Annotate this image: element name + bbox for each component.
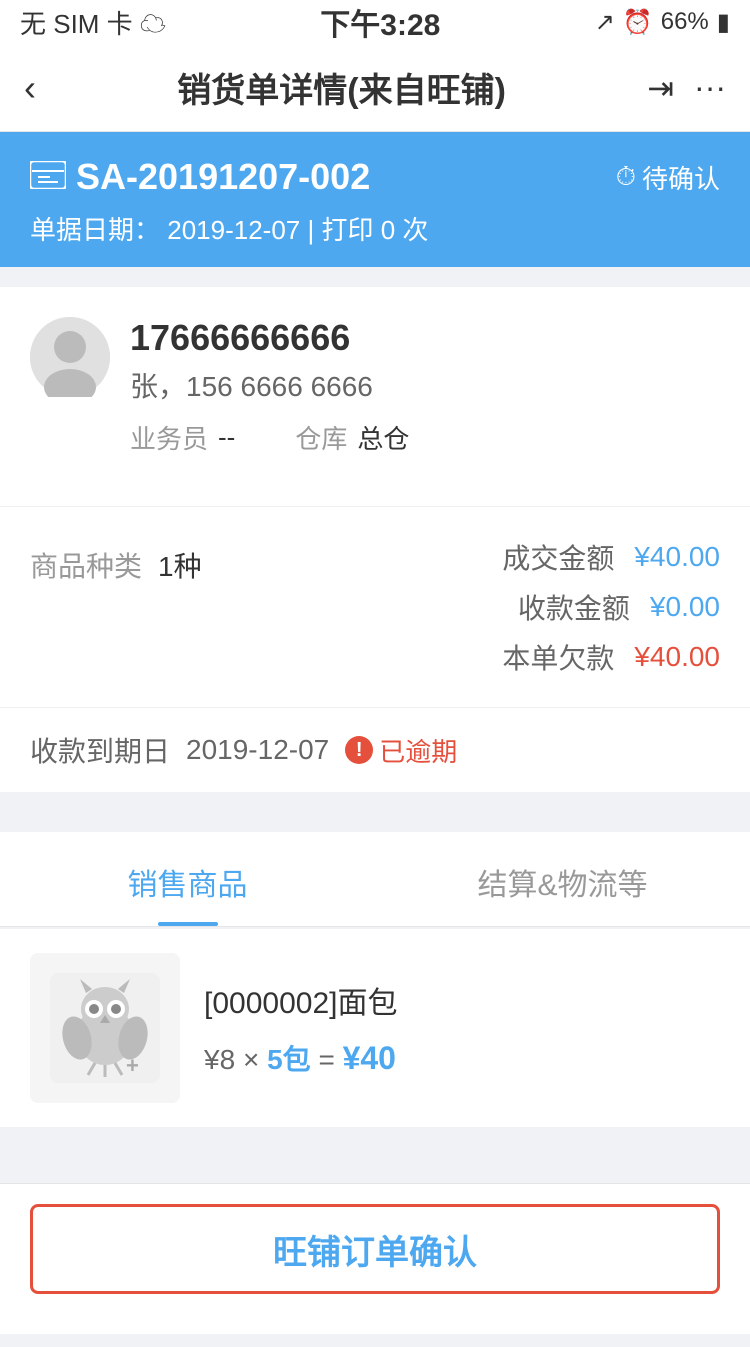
order-header: SA-20191207-002 ⏱ 待确认 单据日期： 2019-12-07 |… bbox=[0, 132, 750, 267]
customer-details: 17666666666 张，156 6666 6666 业务员 -- 仓库 总仓 bbox=[130, 317, 720, 456]
confirm-button-label: 旺铺订单确认 bbox=[273, 1225, 477, 1274]
goods-type-value: 1种 bbox=[158, 545, 202, 585]
sim-status: 无 SIM 卡 ☁ bbox=[20, 4, 166, 41]
transaction-value: ¥40.00 bbox=[634, 541, 720, 573]
product-price: ¥8 × 5包 = ¥40 bbox=[204, 1038, 720, 1078]
status-left: 无 SIM 卡 ☁ bbox=[20, 4, 166, 41]
transaction-label: 成交金额 bbox=[502, 537, 614, 577]
product-item: + [0000002]面包 ¥8 × 5包 = ¥40 bbox=[30, 953, 720, 1103]
confirm-order-button[interactable]: 旺铺订单确认 bbox=[30, 1204, 720, 1294]
due-date-value: 2019-12-07 bbox=[186, 734, 329, 766]
tab-sales-label: 销售商品 bbox=[128, 869, 248, 902]
due-date-section: 收款到期日 2019-12-07 ! 已逾期 bbox=[0, 707, 750, 792]
debt-row: 本单欠款 ¥40.00 bbox=[502, 637, 720, 677]
goods-type-label: 商品种类 bbox=[30, 545, 142, 585]
order-status: ⏱ 待确认 bbox=[616, 159, 720, 196]
more-icon[interactable]: ··· bbox=[694, 69, 726, 106]
overdue-text: 已逾期 bbox=[379, 732, 457, 769]
page-title: 销货单详情(来自旺铺) bbox=[177, 63, 506, 112]
price-unit: ¥8 bbox=[204, 1044, 235, 1075]
due-date-label: 收款到期日 bbox=[30, 730, 170, 770]
sales-meta: 业务员 -- bbox=[130, 419, 235, 456]
debt-value: ¥40.00 bbox=[634, 641, 720, 673]
price-quantity: 5包 bbox=[267, 1044, 311, 1075]
customer-section: 17666666666 张，156 6666 6666 业务员 -- 仓库 总仓 bbox=[0, 287, 750, 506]
order-number: SA-20191207-002 bbox=[76, 156, 370, 198]
nav-actions: ⇥ ··· bbox=[647, 69, 726, 107]
status-text: 待确认 bbox=[642, 159, 720, 196]
signal-icon: ↗ bbox=[595, 8, 615, 37]
overdue-icon: ! bbox=[345, 736, 373, 764]
warehouse-label: 仓库 bbox=[295, 419, 347, 456]
share-icon[interactable]: ⇥ bbox=[647, 69, 674, 107]
transaction-row: 成交金额 ¥40.00 bbox=[502, 537, 720, 577]
tab-sales[interactable]: 销售商品 bbox=[0, 832, 375, 926]
date-label: 单据日期： bbox=[30, 215, 160, 245]
order-icon bbox=[30, 156, 66, 198]
tabs: 销售商品 结算&物流等 bbox=[0, 832, 750, 927]
overdue-badge: ! 已逾期 bbox=[345, 732, 457, 769]
product-info: [0000002]面包 ¥8 × 5包 = ¥40 bbox=[204, 978, 720, 1078]
price-multiply: × bbox=[243, 1044, 267, 1075]
print-count: 0 bbox=[381, 215, 395, 245]
stats-section: 商品种类 1种 成交金额 ¥40.00 收款金额 ¥0.00 本单欠款 ¥40.… bbox=[0, 506, 750, 707]
svg-text:+: + bbox=[126, 1053, 139, 1078]
customer-info-row: 17666666666 张，156 6666 6666 业务员 -- 仓库 总仓 bbox=[30, 317, 720, 456]
alarm-icon: ⏰ bbox=[623, 8, 653, 37]
warehouse-meta: 仓库 总仓 bbox=[295, 419, 409, 456]
order-date-line: 单据日期： 2019-12-07 | 打印 0 次 bbox=[30, 210, 720, 247]
order-date: 2019-12-07 bbox=[167, 215, 300, 245]
payment-value: ¥0.00 bbox=[650, 591, 720, 623]
order-id: SA-20191207-002 bbox=[30, 156, 370, 198]
customer-phone: 17666666666 bbox=[130, 317, 720, 359]
product-section: + [0000002]面包 ¥8 × 5包 = ¥40 bbox=[0, 929, 750, 1127]
product-name: [0000002]面包 bbox=[204, 978, 720, 1022]
price-total: ¥40 bbox=[343, 1040, 396, 1076]
clock-icon: ⏱ bbox=[616, 161, 636, 193]
product-image: + bbox=[30, 953, 180, 1103]
separator-1 bbox=[0, 792, 750, 812]
warehouse-value: 总仓 bbox=[357, 419, 409, 456]
nav-bar: ‹ 销货单详情(来自旺铺) ⇥ ··· bbox=[0, 44, 750, 132]
tab-settlement-label: 结算&物流等 bbox=[477, 869, 647, 902]
customer-meta: 业务员 -- 仓库 总仓 bbox=[130, 419, 720, 456]
sales-label: 业务员 bbox=[130, 419, 208, 456]
goods-type: 商品种类 1种 bbox=[30, 537, 202, 585]
tab-settlement[interactable]: 结算&物流等 bbox=[375, 832, 750, 926]
debt-label: 本单欠款 bbox=[502, 637, 614, 677]
back-button[interactable]: ‹ bbox=[24, 67, 36, 109]
payment-row: 收款金额 ¥0.00 bbox=[518, 587, 720, 627]
status-right: ↗ ⏰ 66% ▮ bbox=[595, 8, 730, 37]
customer-name: 张，156 6666 6666 bbox=[130, 365, 720, 405]
battery-level: 66% bbox=[661, 8, 709, 36]
order-header-top: SA-20191207-002 ⏱ 待确认 bbox=[30, 156, 720, 198]
print-unit: 次 bbox=[402, 215, 428, 245]
price-equals: = bbox=[318, 1044, 342, 1075]
print-separator: | 打印 bbox=[307, 215, 380, 245]
battery-icon: ▮ bbox=[717, 8, 730, 37]
sales-value: -- bbox=[218, 422, 235, 453]
payment-label: 收款金额 bbox=[518, 587, 630, 627]
status-time: 下午3:28 bbox=[320, 0, 440, 44]
status-bar: 无 SIM 卡 ☁ 下午3:28 ↗ ⏰ 66% ▮ bbox=[0, 0, 750, 44]
avatar bbox=[30, 317, 110, 397]
amount-stats: 成交金额 ¥40.00 收款金额 ¥0.00 本单欠款 ¥40.00 bbox=[502, 537, 720, 677]
bottom-bar: 旺铺订单确认 bbox=[0, 1183, 750, 1334]
